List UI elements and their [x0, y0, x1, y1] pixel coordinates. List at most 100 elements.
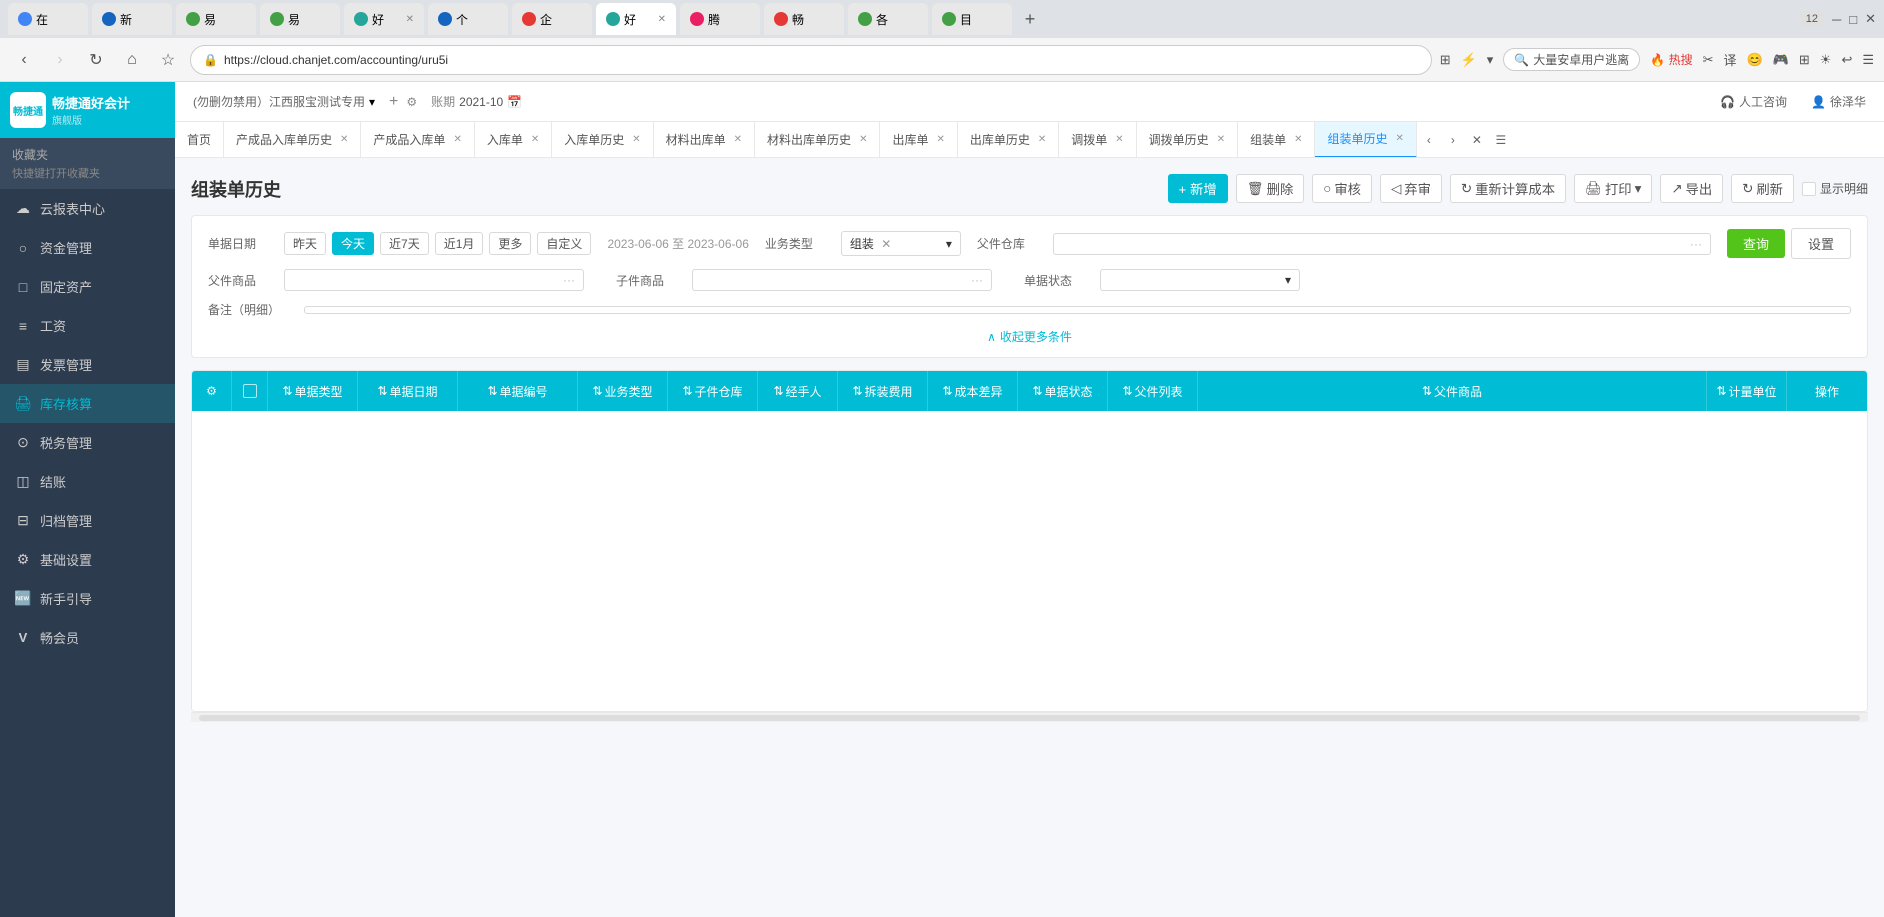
nav-tab-2-close[interactable]: ✕ [340, 134, 348, 145]
business-type-dropdown[interactable]: ▾ [946, 237, 952, 251]
query-button[interactable]: 查询 [1727, 229, 1785, 258]
bookmark-button[interactable]: ☆ [154, 46, 182, 74]
th-disassembly-fee[interactable]: ⇅ 拆装费用 [838, 371, 928, 411]
business-type-close[interactable]: ✕ [881, 237, 891, 251]
th-unit[interactable]: ⇅ 计量单位 [1707, 371, 1787, 411]
browser-tab-4[interactable]: 易 [260, 3, 340, 35]
sidebar-item-inventory[interactable]: 🖨 库存核算 [0, 384, 175, 423]
undo-icon[interactable]: ↩ [1841, 52, 1852, 68]
grid-icon[interactable]: ⊞ [1440, 52, 1451, 68]
search-box[interactable]: 🔍 大量安卓用户逃离 [1503, 48, 1640, 71]
browser-tab-8[interactable]: 好 ✕ [596, 3, 676, 35]
th-child-warehouse[interactable]: ⇅ 子件仓库 [668, 371, 758, 411]
nav-tab-11[interactable]: 调拨单历史 ✕ [1137, 122, 1238, 158]
today-btn[interactable]: 今天 [332, 232, 374, 255]
nav-tab-13[interactable]: 组装单历史 ✕ [1315, 122, 1416, 158]
recalculate-button[interactable]: ↻ 重新计算成本 [1450, 174, 1566, 203]
nav-tab-9-close[interactable]: ✕ [1038, 134, 1046, 145]
nav-tab-home[interactable]: 首页 [175, 122, 224, 158]
browser-tab-12[interactable]: 目 [932, 3, 1012, 35]
child-goods-input[interactable]: ··· [692, 269, 992, 291]
nav-tab-10[interactable]: 调拨单 ✕ [1059, 122, 1136, 158]
browser-tab-1[interactable]: 在 [8, 3, 88, 35]
nav-tab-7[interactable]: 材料出库单历史 ✕ [755, 122, 880, 158]
settings-gear-icon[interactable]: ⚙ [406, 95, 417, 109]
browser-tab-7[interactable]: 企 [512, 3, 592, 35]
sidebar-item-member[interactable]: V 畅会员 [0, 618, 175, 657]
1month-btn[interactable]: 近1月 [435, 232, 484, 255]
refresh-button[interactable]: ↻ [82, 46, 110, 74]
select-all-checkbox[interactable] [243, 384, 257, 398]
tab-more-button[interactable]: ✕ [1465, 122, 1489, 158]
th-parent-list[interactable]: ⇅ 父件列表 [1108, 371, 1198, 411]
more-btn[interactable]: 更多 [489, 232, 531, 255]
nav-tab-2[interactable]: 产成品入库单历史 ✕ [224, 122, 361, 158]
apps-icon[interactable]: ⊞ [1799, 52, 1810, 68]
business-type-select[interactable]: 组装 ✕ ▾ [841, 231, 961, 256]
browser-tab-10[interactable]: 畅 [764, 3, 844, 35]
parent-goods-input[interactable]: ··· [284, 269, 584, 291]
nav-tab-12-close[interactable]: ✕ [1294, 134, 1302, 145]
sidebar-item-invoice[interactable]: ▤ 发票管理 [0, 345, 175, 384]
nav-tab-5[interactable]: 入库单历史 ✕ [552, 122, 653, 158]
nav-tab-5-close[interactable]: ✕ [632, 134, 640, 145]
tab-scroll-left[interactable]: ‹ [1417, 122, 1441, 158]
refresh-button[interactable]: ↻ 刷新 [1731, 174, 1794, 203]
menu-icon[interactable]: ☰ [1862, 52, 1874, 68]
scissors-icon[interactable]: ✂ [1703, 52, 1714, 68]
th-order-type[interactable]: ⇅ 单据类型 [268, 371, 358, 411]
browser-tab-2[interactable]: 新 [92, 3, 172, 35]
nav-tab-10-close[interactable]: ✕ [1115, 134, 1123, 145]
7days-btn[interactable]: 近7天 [380, 232, 429, 255]
browser-tab-9[interactable]: 腾 [680, 3, 760, 35]
horizontal-scrollbar[interactable] [191, 712, 1868, 722]
add-company-button[interactable]: + [389, 93, 398, 111]
th-order-status[interactable]: ⇅ 单据状态 [1018, 371, 1108, 411]
browser-tab-5[interactable]: 好 ✕ [344, 3, 424, 35]
close-window-button[interactable]: ✕ [1865, 11, 1876, 27]
translate-icon[interactable]: 译 [1723, 50, 1736, 69]
print-button[interactable]: 🖨 打印 ▾ [1574, 174, 1652, 203]
order-status-select[interactable]: ▾ [1100, 269, 1300, 291]
th-order-date[interactable]: ⇅ 单据日期 [358, 371, 458, 411]
collapse-button[interactable]: ∧ 收起更多条件 [208, 328, 1851, 345]
game-icon[interactable]: 🎮 [1773, 52, 1789, 68]
sidebar-item-settings[interactable]: ⚙ 基础设置 [0, 540, 175, 579]
browser-tab-11[interactable]: 各 [848, 3, 928, 35]
sidebar-item-fixed-assets[interactable]: □ 固定资产 [0, 267, 175, 306]
sidebar-item-cloud-report[interactable]: ☁ 云报表中心 [0, 189, 175, 228]
nav-tab-6-close[interactable]: ✕ [734, 134, 742, 145]
address-bar[interactable]: 🔒 https://cloud.chanjet.com/accounting/u… [190, 45, 1432, 75]
sun-icon[interactable]: ☀ [1820, 52, 1832, 68]
display-detail-checkbox[interactable] [1802, 182, 1816, 196]
nav-tab-8[interactable]: 出库单 ✕ [880, 122, 957, 158]
yesterday-btn[interactable]: 昨天 [284, 232, 326, 255]
th-order-no[interactable]: ⇅ 单据编号 [458, 371, 578, 411]
th-checkbox[interactable] [232, 371, 268, 411]
abandon-button[interactable]: ◁ 弃审 [1380, 174, 1442, 203]
th-settings[interactable]: ⚙ [192, 371, 232, 411]
forward-button[interactable]: › [46, 46, 74, 74]
nav-tab-12[interactable]: 组装单 ✕ [1238, 122, 1315, 158]
nav-tab-3-close[interactable]: ✕ [453, 134, 461, 145]
maximize-button[interactable]: □ [1849, 12, 1857, 27]
th-handler[interactable]: ⇅ 经手人 [758, 371, 838, 411]
nav-tab-3[interactable]: 产成品入库单 ✕ [361, 122, 474, 158]
nav-tab-9[interactable]: 出库单历史 ✕ [958, 122, 1059, 158]
company-selector[interactable]: (勿删勿禁用）江西服宝测试专用 ▾ [187, 91, 381, 112]
sidebar-favorites[interactable]: 收藏夹 快捷键打开收藏夹 [0, 138, 175, 189]
nav-tab-11-close[interactable]: ✕ [1217, 134, 1225, 145]
parent-warehouse-input[interactable]: ··· [1053, 233, 1711, 255]
th-business-type[interactable]: ⇅ 业务类型 [578, 371, 668, 411]
custom-btn[interactable]: 自定义 [537, 232, 591, 255]
tab-8-close[interactable]: ✕ [658, 14, 666, 25]
tab-layout-button[interactable]: ☰ [1489, 122, 1513, 158]
new-tab-button[interactable]: + [1016, 5, 1044, 33]
minimize-button[interactable]: ─ [1832, 12, 1841, 27]
delete-button[interactable]: 🗑 删除 [1236, 174, 1305, 203]
dropdown-icon[interactable]: ▾ [1487, 52, 1494, 68]
browser-tab-6[interactable]: 个 [428, 3, 508, 35]
nav-tab-4-close[interactable]: ✕ [531, 134, 539, 145]
sidebar-item-guide[interactable]: 🆕 新手引导 [0, 579, 175, 618]
sidebar-item-payroll[interactable]: ≡ 工资 [0, 306, 175, 345]
